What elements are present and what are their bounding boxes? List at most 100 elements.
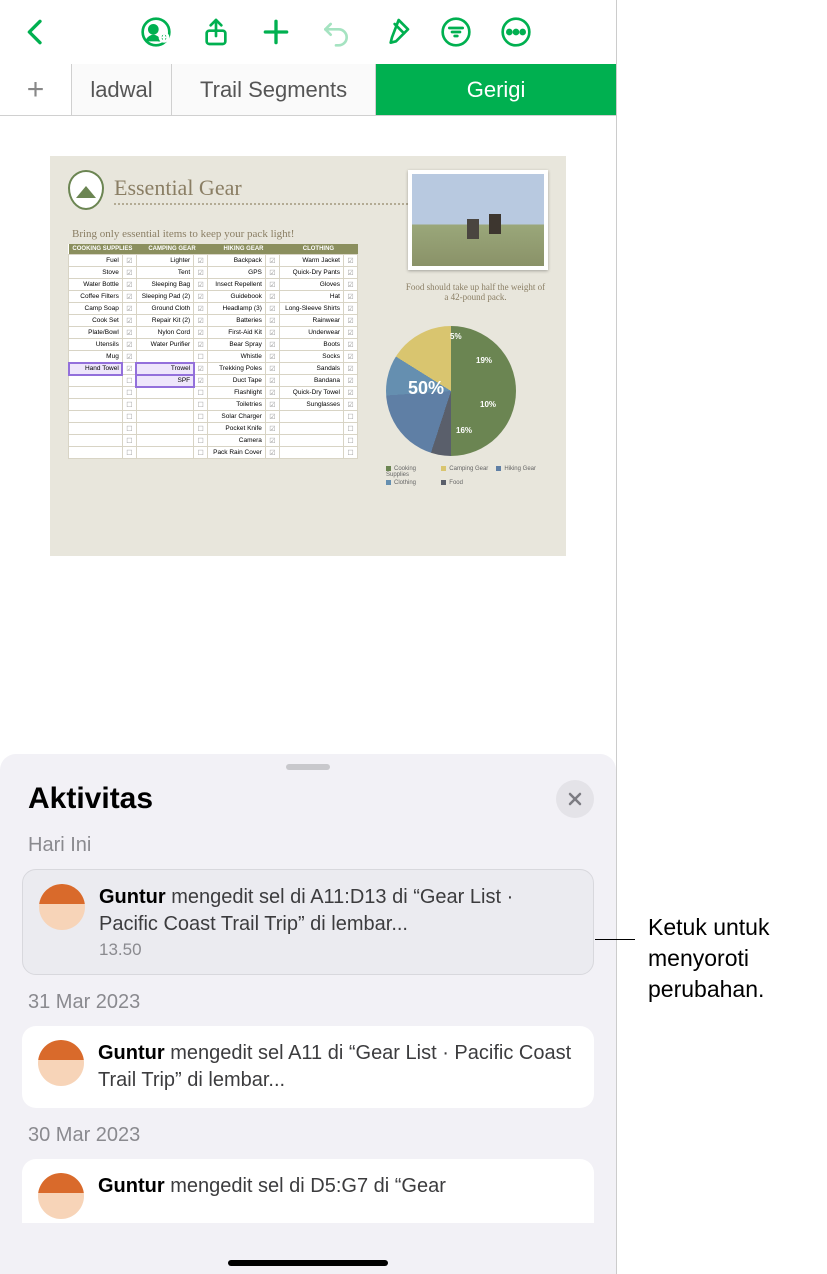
checkbox-cell[interactable]: ☑: [265, 399, 279, 411]
tab-trail-segments[interactable]: Trail Segments: [172, 64, 376, 115]
table-cell[interactable]: Camp Soap: [69, 303, 123, 315]
checkbox-cell[interactable]: ☐: [194, 387, 208, 399]
checkbox-cell[interactable]: ☑: [344, 315, 358, 327]
checkbox-cell[interactable]: ☑: [265, 267, 279, 279]
table-cell[interactable]: Boots: [279, 339, 343, 351]
checkbox-cell[interactable]: ☑: [265, 423, 279, 435]
checkbox-cell[interactable]: ☑: [265, 363, 279, 375]
activity-item[interactable]: Guntur mengedit sel di A11:D13 di “Gear …: [22, 869, 594, 975]
checkbox-cell[interactable]: ☑: [265, 315, 279, 327]
table-cell[interactable]: Quick-Dry Towel: [279, 387, 343, 399]
checkbox-cell[interactable]: ☑: [344, 351, 358, 363]
checkbox-cell[interactable]: ☑: [265, 339, 279, 351]
checkbox-cell[interactable]: ☑: [194, 255, 208, 267]
table-cell[interactable]: Pocket Knife: [208, 423, 266, 435]
checkbox-cell[interactable]: ☐: [122, 435, 136, 447]
activity-item[interactable]: Guntur mengedit sel A11 di “Gear List · …: [22, 1026, 594, 1108]
checkbox-cell[interactable]: ☑: [194, 315, 208, 327]
checkbox-cell[interactable]: ☑: [194, 363, 208, 375]
table-cell[interactable]: Headlamp (3): [208, 303, 266, 315]
table-cell[interactable]: [69, 435, 123, 447]
activity-panel[interactable]: Aktivitas Hari Ini Guntur mengedit sel d…: [0, 754, 616, 1274]
checkbox-cell[interactable]: ☑: [122, 315, 136, 327]
checkbox-cell[interactable]: ☑: [122, 351, 136, 363]
table-cell[interactable]: Fuel: [69, 255, 123, 267]
checkbox-cell[interactable]: ☑: [265, 255, 279, 267]
table-cell[interactable]: Gloves: [279, 279, 343, 291]
table-cell[interactable]: Socks: [279, 351, 343, 363]
table-cell[interactable]: Sleeping Pad (2): [136, 291, 193, 303]
table-cell[interactable]: Utensils: [69, 339, 123, 351]
checkbox-cell[interactable]: ☑: [122, 363, 136, 375]
add-icon[interactable]: [246, 8, 306, 56]
table-cell[interactable]: Camera: [208, 435, 266, 447]
checkbox-cell[interactable]: ☐: [194, 447, 208, 459]
table-cell[interactable]: Cook Set: [69, 315, 123, 327]
table-cell[interactable]: First-Aid Kit: [208, 327, 266, 339]
spreadsheet-canvas[interactable]: Essential Gear Bring only essential item…: [0, 116, 616, 756]
checkbox-cell[interactable]: ☑: [344, 399, 358, 411]
table-cell[interactable]: Sleeping Bag: [136, 279, 193, 291]
tab-jadwal[interactable]: ladwal: [72, 64, 172, 115]
back-button[interactable]: [6, 8, 66, 56]
table-cell[interactable]: [279, 411, 343, 423]
table-cell[interactable]: Warm Jacket: [279, 255, 343, 267]
table-cell[interactable]: Pack Rain Cover: [208, 447, 266, 459]
share-icon[interactable]: [186, 8, 246, 56]
checkbox-cell[interactable]: ☑: [344, 339, 358, 351]
table-cell[interactable]: Solar Charger: [208, 411, 266, 423]
checkbox-cell[interactable]: ☐: [194, 399, 208, 411]
checkbox-cell[interactable]: ☐: [122, 411, 136, 423]
checkbox-cell[interactable]: ☑: [265, 447, 279, 459]
table-cell[interactable]: Underwear: [279, 327, 343, 339]
home-indicator[interactable]: [228, 1260, 388, 1266]
checkbox-cell[interactable]: ☑: [344, 303, 358, 315]
checkbox-cell[interactable]: ☐: [122, 375, 136, 387]
table-cell[interactable]: Sandals: [279, 363, 343, 375]
table-cell[interactable]: [69, 387, 123, 399]
table-cell[interactable]: [279, 435, 343, 447]
checkbox-cell[interactable]: ☐: [344, 411, 358, 423]
checkbox-cell[interactable]: ☐: [194, 411, 208, 423]
table-cell[interactable]: [136, 435, 193, 447]
checkbox-cell[interactable]: ☑: [265, 375, 279, 387]
table-cell[interactable]: Repair Kit (2): [136, 315, 193, 327]
table-cell[interactable]: Trowel: [136, 363, 193, 375]
table-cell[interactable]: Water Bottle: [69, 279, 123, 291]
checkbox-cell[interactable]: ☐: [344, 447, 358, 459]
checkbox-cell[interactable]: ☑: [122, 279, 136, 291]
table-cell[interactable]: Flashlight: [208, 387, 266, 399]
table-cell[interactable]: Trekking Poles: [208, 363, 266, 375]
new-sheet-button[interactable]: +: [0, 64, 72, 115]
table-cell[interactable]: Lighter: [136, 255, 193, 267]
checkbox-cell[interactable]: ☑: [265, 327, 279, 339]
checkbox-cell[interactable]: ☐: [194, 423, 208, 435]
checkbox-cell[interactable]: ☐: [122, 387, 136, 399]
table-cell[interactable]: Bandana: [279, 375, 343, 387]
checkbox-cell[interactable]: ☑: [265, 351, 279, 363]
collaborate-icon[interactable]: [126, 8, 186, 56]
table-cell[interactable]: Toiletries: [208, 399, 266, 411]
checkbox-cell[interactable]: ☑: [265, 279, 279, 291]
table-cell[interactable]: [69, 423, 123, 435]
checkbox-cell[interactable]: ☐: [122, 399, 136, 411]
checkbox-cell[interactable]: ☑: [194, 327, 208, 339]
table-cell[interactable]: [279, 447, 343, 459]
checkbox-cell[interactable]: ☑: [122, 267, 136, 279]
checkbox-cell[interactable]: ☐: [194, 435, 208, 447]
checkbox-cell[interactable]: ☐: [122, 423, 136, 435]
checkbox-cell[interactable]: ☑: [265, 387, 279, 399]
table-cell[interactable]: [69, 399, 123, 411]
checkbox-cell[interactable]: ☑: [122, 339, 136, 351]
table-cell[interactable]: [136, 447, 193, 459]
checkbox-cell[interactable]: ☑: [344, 291, 358, 303]
table-cell[interactable]: Quick-Dry Pants: [279, 267, 343, 279]
checkbox-cell[interactable]: ☐: [122, 447, 136, 459]
table-cell[interactable]: [136, 399, 193, 411]
checkbox-cell[interactable]: ☑: [265, 411, 279, 423]
more-icon[interactable]: [486, 8, 546, 56]
table-cell[interactable]: Batteries: [208, 315, 266, 327]
table-cell[interactable]: GPS: [208, 267, 266, 279]
table-cell[interactable]: [69, 411, 123, 423]
table-cell[interactable]: Ground Cloth: [136, 303, 193, 315]
